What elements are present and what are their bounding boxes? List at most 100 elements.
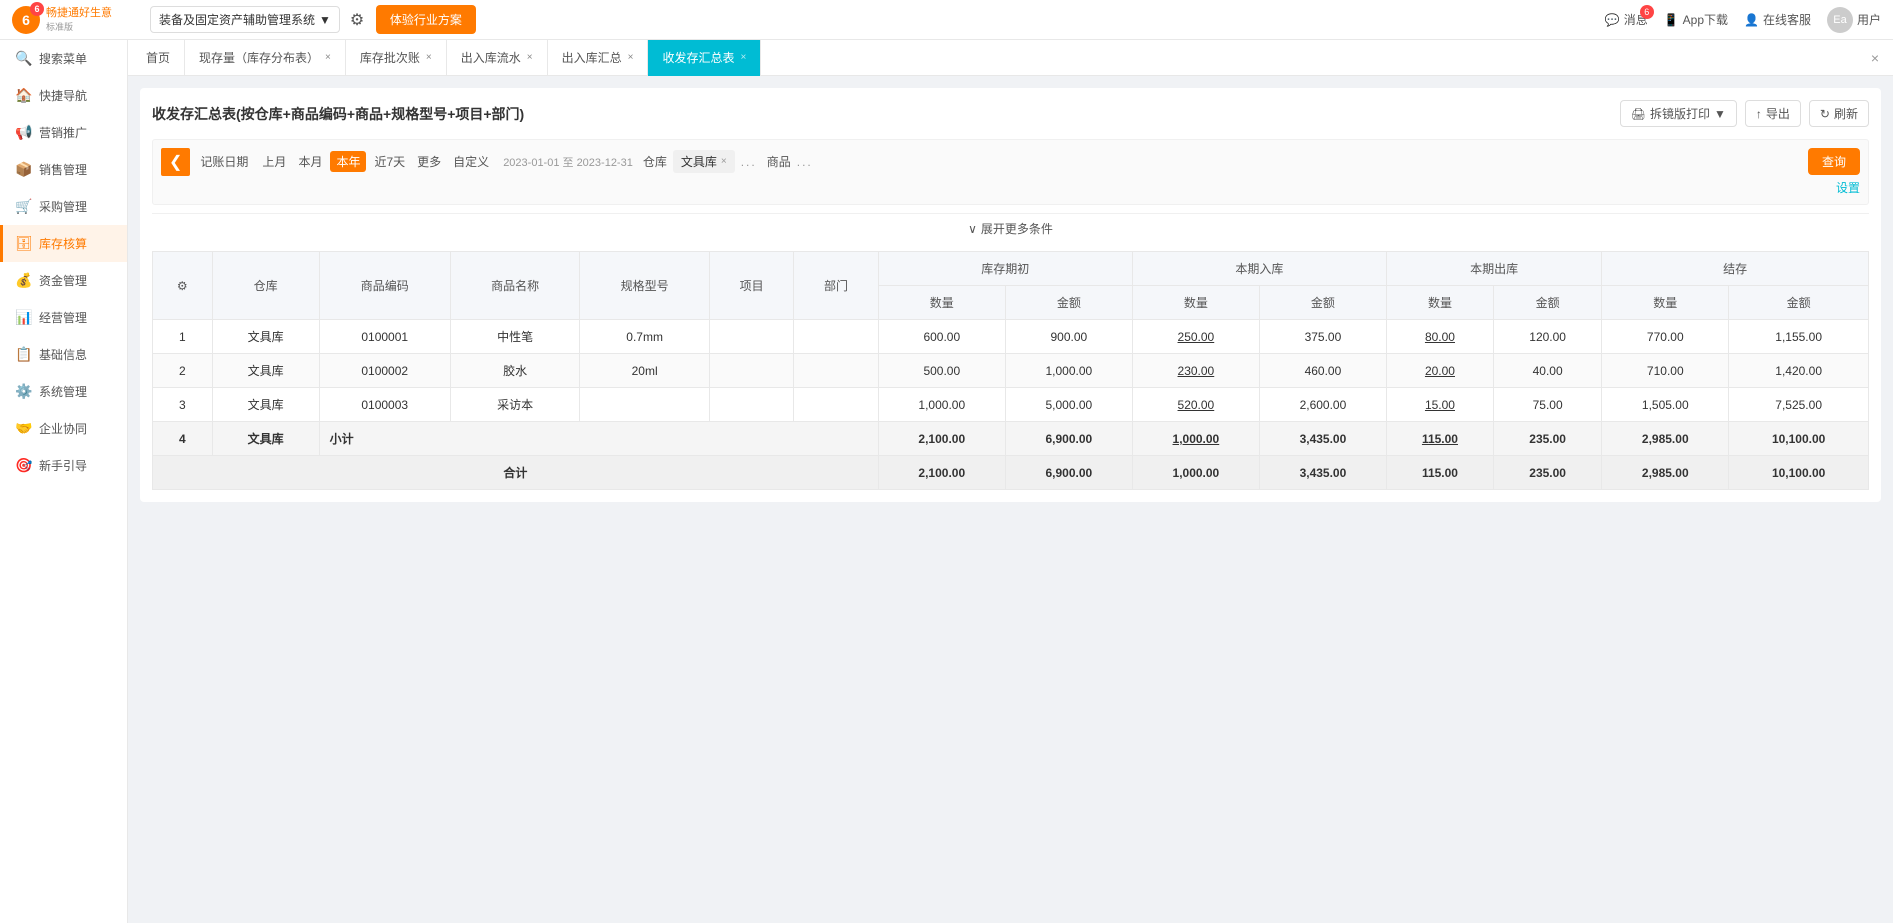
- col-header-dept: 部门: [794, 252, 878, 320]
- goods-dots[interactable]: ...: [797, 155, 813, 169]
- footer-out-amt: 235.00: [1493, 456, 1601, 490]
- sub-out-amt: 金额: [1493, 286, 1601, 320]
- settings-link[interactable]: 设置: [200, 179, 1860, 196]
- guide-icon: 🎯: [15, 457, 31, 474]
- expand-more-button[interactable]: ∨ 展开更多条件: [968, 220, 1053, 237]
- table-row: 1 文具库 0100001 中性笔 0.7mm 600.00 900.00 25…: [153, 320, 1869, 354]
- system-selector[interactable]: 装备及固定资产辅助管理系统 ▼: [150, 6, 340, 33]
- sidebar-item-marketing[interactable]: 📢 营销推广: [0, 114, 127, 151]
- page-title-row: 收发存汇总表(按仓库+商品编码+商品+规格型号+项目+部门) 🖨 拆镜版打印 ▼…: [152, 100, 1869, 127]
- date-btn-7days[interactable]: 近7天: [370, 151, 409, 172]
- tab-inventory-dist[interactable]: 现存量（库存分布表） ×: [185, 40, 346, 76]
- sidebar-label-inventory: 库存核算: [39, 235, 87, 252]
- logo-icon: 6 6: [12, 6, 40, 34]
- subtotal-row: 4 文具库 小计 2,100.00 6,900.00 1,000.00 3,43…: [153, 422, 1869, 456]
- tab-home[interactable]: 首页: [132, 40, 185, 76]
- col-group-out: 本期出库: [1386, 252, 1601, 286]
- sidebar-label-marketing: 营销推广: [39, 124, 87, 141]
- footer-bal-amt: 10,100.00: [1729, 456, 1869, 490]
- sub-bal-qty: 数量: [1602, 286, 1729, 320]
- app-download-item[interactable]: 📱 App下载: [1664, 11, 1728, 28]
- sidebar-label-purchase: 采购管理: [39, 198, 87, 215]
- sidebar-item-purchase[interactable]: 🛒 采购管理: [0, 188, 127, 225]
- data-table: ⚙ 仓库 商品编码 商品名称 规格型号 项目 部门 库存期初 本期入库 本期出库…: [152, 251, 1869, 490]
- chevron-down-icon: ▼: [1714, 107, 1726, 121]
- messages-icon-item[interactable]: 💬 消息 6: [1605, 11, 1648, 28]
- sub-open-amt: 金额: [1005, 286, 1132, 320]
- system-title: 装备及固定资产辅助管理系统: [159, 11, 315, 28]
- sidebar-label-operation: 经营管理: [39, 309, 87, 326]
- col-group-opening: 库存期初: [878, 252, 1132, 286]
- sidebar-item-enterprise[interactable]: 🤝 企业协同: [0, 410, 127, 447]
- notif-badge: 6: [1640, 5, 1654, 19]
- date-btn-custom[interactable]: 自定义: [449, 151, 493, 172]
- refresh-button[interactable]: ↻ 刷新: [1809, 100, 1869, 127]
- footer-row: 合计 2,100.00 6,900.00 1,000.00 3,435.00 1…: [153, 456, 1869, 490]
- tabs-end-close[interactable]: ×: [1861, 50, 1889, 66]
- settings-icon[interactable]: ⚙: [350, 10, 366, 30]
- table-row: 3 文具库 0100003 采访本 1,000.00 5,000.00 520.…: [153, 388, 1869, 422]
- sidebar-item-guide[interactable]: 🎯 新手引导: [0, 447, 127, 484]
- date-filter-label: 记账日期: [200, 153, 248, 170]
- date-btn-this-year[interactable]: 本年: [330, 151, 366, 172]
- filter-toggle-button[interactable]: ❮: [161, 148, 190, 176]
- search-icon: 🔍: [15, 50, 31, 67]
- export-button[interactable]: ↑ 导出: [1745, 100, 1801, 127]
- service-label: 在线客服: [1763, 11, 1811, 28]
- inventory-icon: 🗄: [15, 235, 31, 252]
- sidebar-label-guide: 新手引导: [39, 457, 87, 474]
- tab-close-summary[interactable]: ×: [628, 52, 634, 63]
- date-btn-this-month[interactable]: 本月: [294, 151, 326, 172]
- col-header-spec: 规格型号: [580, 252, 709, 320]
- warehouse-tag-close[interactable]: ×: [721, 156, 727, 167]
- filter-body: 记账日期 上月 本月 本年 近7天 更多 自定义 2023-01-01 至 20…: [200, 148, 1860, 196]
- warehouse-filter: 仓库 文具库 × ...: [643, 150, 757, 173]
- sales-icon: 📦: [15, 161, 31, 178]
- operation-icon: 📊: [15, 309, 31, 326]
- sidebar-item-quick-nav[interactable]: 🏠 快捷导航: [0, 77, 127, 114]
- footer-bal-qty: 2,985.00: [1602, 456, 1729, 490]
- main-layout: 🔍 搜索菜单 🏠 快捷导航 📢 营销推广 📦 销售管理 🛒 采购管理 🗄 库存核…: [0, 40, 1893, 923]
- avatar: Ea: [1827, 7, 1853, 33]
- tab-close-flow[interactable]: ×: [527, 52, 533, 63]
- print-button[interactable]: 🖨 拆镜版打印 ▼: [1620, 100, 1737, 127]
- tab-flow[interactable]: 出入库流水 ×: [447, 40, 548, 76]
- phone-icon: 📱: [1664, 13, 1679, 27]
- basic-icon: 📋: [15, 346, 31, 363]
- search-button[interactable]: 查询: [1808, 148, 1860, 175]
- finance-icon: 💰: [15, 272, 31, 289]
- date-btn-more[interactable]: 更多: [413, 151, 445, 172]
- page-card: 收发存汇总表(按仓库+商品编码+商品+规格型号+项目+部门) 🖨 拆镜版打印 ▼…: [140, 88, 1881, 502]
- footer-in-qty: 1,000.00: [1132, 456, 1259, 490]
- sidebar-item-system[interactable]: ⚙️ 系统管理: [0, 373, 127, 410]
- sidebar-item-sales[interactable]: 📦 销售管理: [0, 151, 127, 188]
- date-btn-prev-month[interactable]: 上月: [258, 151, 290, 172]
- page-title-actions: 🖨 拆镜版打印 ▼ ↑ 导出 ↻ 刷新: [1620, 100, 1869, 127]
- tab-summary[interactable]: 出入库汇总 ×: [548, 40, 649, 76]
- tab-close-batch-ledger[interactable]: ×: [426, 52, 432, 63]
- warehouse-dots[interactable]: ...: [741, 155, 757, 169]
- warehouse-tag: 文具库 ×: [673, 150, 735, 173]
- tab-close-collect-summary[interactable]: ×: [740, 52, 746, 63]
- tab-batch-ledger[interactable]: 库存批次账 ×: [346, 40, 447, 76]
- user-area[interactable]: Ea 用户: [1827, 7, 1881, 33]
- sidebar-item-operation[interactable]: 📊 经营管理: [0, 299, 127, 336]
- print-icon: 🖨: [1631, 107, 1646, 121]
- experience-button[interactable]: 体验行业方案: [376, 5, 476, 34]
- col-group-balance: 结存: [1602, 252, 1869, 286]
- tab-close-inventory-dist[interactable]: ×: [325, 52, 331, 63]
- expand-icon: ∨: [968, 222, 977, 236]
- warehouse-label: 仓库: [643, 153, 667, 170]
- sidebar-item-basic[interactable]: 📋 基础信息: [0, 336, 127, 373]
- sub-in-amt: 金额: [1259, 286, 1386, 320]
- sidebar-item-inventory[interactable]: 🗄 库存核算: [0, 225, 127, 262]
- col-settings[interactable]: ⚙: [153, 252, 213, 320]
- tab-collect-summary[interactable]: 收发存汇总表 ×: [648, 40, 761, 76]
- online-service-item[interactable]: 👤 在线客服: [1744, 11, 1811, 28]
- sidebar-item-search[interactable]: 🔍 搜索菜单: [0, 40, 127, 77]
- service-icon: 👤: [1744, 13, 1759, 27]
- sidebar-item-finance[interactable]: 💰 资金管理: [0, 262, 127, 299]
- page-title-text: 收发存汇总表(按仓库+商品编码+商品+规格型号+项目+部门): [152, 104, 524, 124]
- date-range-text: 2023-01-01 至 2023-12-31: [503, 154, 633, 170]
- footer-open-qty: 2,100.00: [878, 456, 1005, 490]
